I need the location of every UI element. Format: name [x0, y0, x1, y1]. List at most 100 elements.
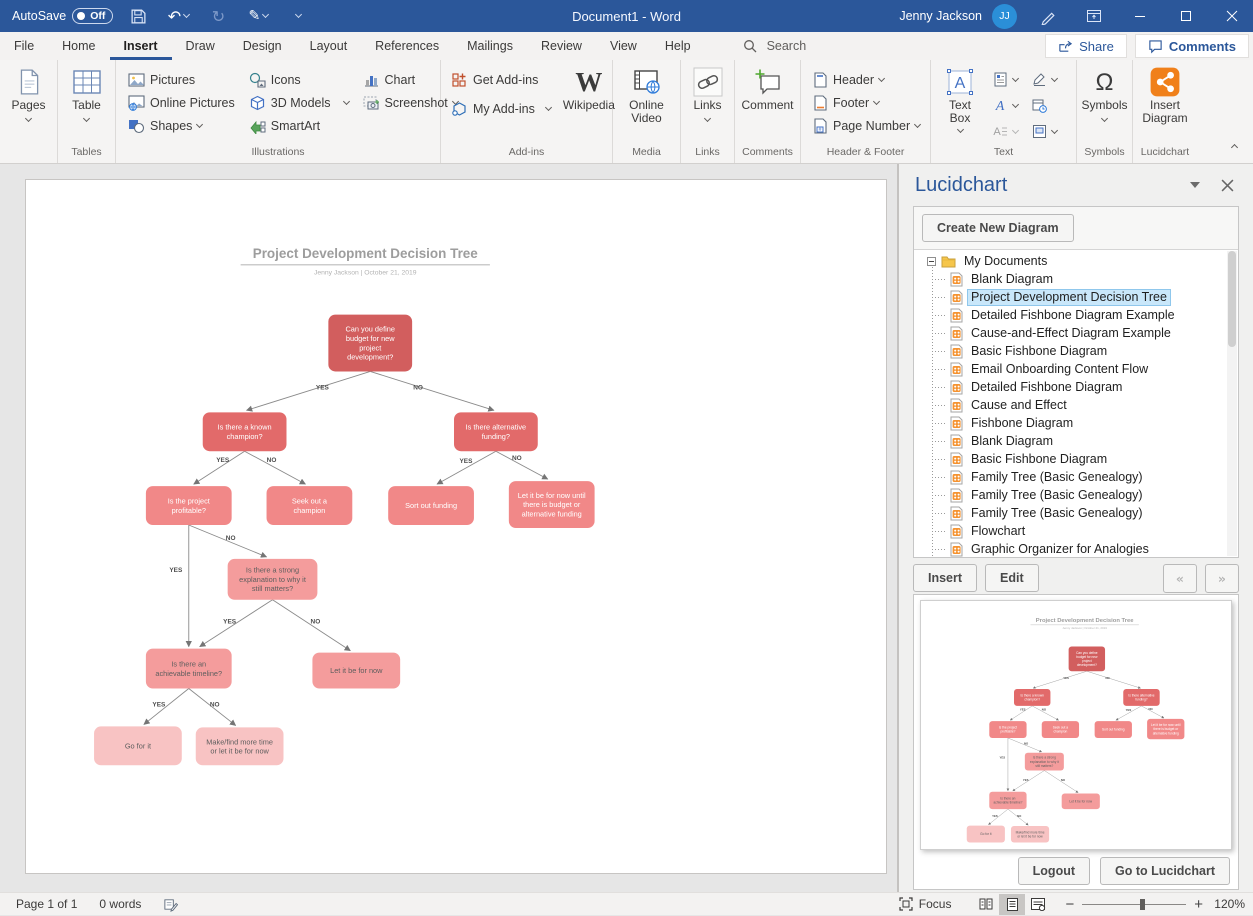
logout-button[interactable]: Logout — [1017, 857, 1090, 885]
edge-label: YES — [999, 755, 1005, 759]
ink-editor-button[interactable] — [1027, 0, 1069, 32]
tab-file[interactable]: File — [0, 32, 48, 60]
tree-node: Is the projectprofitable? — [145, 486, 232, 526]
go-to-lucidchart-button[interactable]: Go to Lucidchart — [1100, 857, 1230, 885]
drop-cap-button[interactable]: A — [989, 120, 1022, 143]
tab-draw[interactable]: Draw — [172, 32, 229, 60]
lucidchart-document-icon — [950, 488, 963, 502]
edit-button[interactable]: Edit — [985, 564, 1039, 592]
tab-mailings[interactable]: Mailings — [453, 32, 527, 60]
pages-button[interactable]: Pages — [2, 60, 56, 146]
document-list-item[interactable]: Basic Fishbone Diagram — [914, 342, 1226, 360]
tree-expander-icon[interactable] — [927, 256, 936, 266]
quick-parts-button[interactable] — [989, 68, 1022, 91]
close-button[interactable] — [1211, 0, 1253, 32]
symbols-button[interactable]: Ω Symbols — [1078, 60, 1132, 146]
svg-text:or let it be for now: or let it be for now — [210, 747, 269, 756]
footer-button[interactable]: Footer — [809, 91, 924, 114]
text-box-button[interactable]: A Text Box — [937, 60, 983, 146]
focus-button[interactable]: Focus — [899, 897, 951, 911]
tree-scrollbar-thumb[interactable] — [1228, 251, 1236, 347]
edge-label: NO — [226, 535, 236, 542]
my-addins-button[interactable]: My Add-ins — [447, 97, 555, 120]
zoom-slider[interactable] — [1082, 898, 1187, 910]
links-button[interactable]: Links — [681, 60, 734, 146]
zoom-level[interactable]: 120% — [1203, 897, 1245, 911]
tab-insert[interactable]: Insert — [110, 32, 172, 60]
maximize-button[interactable] — [1165, 0, 1207, 32]
close-icon — [1221, 179, 1233, 191]
document-list-item[interactable]: Blank Diagram — [914, 270, 1226, 288]
online-pictures-button[interactable]: Online Pictures — [124, 91, 239, 114]
panel-menu-button[interactable] — [1181, 182, 1209, 188]
document-canvas[interactable]: Project Development Decision Tree Jenny J… — [0, 164, 899, 892]
document-list-item[interactable]: Family Tree (Basic Genealogy) — [914, 504, 1226, 522]
signature-line-button[interactable] — [1028, 68, 1061, 91]
panel-close-button[interactable] — [1213, 179, 1241, 192]
object-button[interactable] — [1028, 120, 1061, 143]
collapse-ribbon-button[interactable] — [1230, 137, 1239, 155]
previous-page-button[interactable]: « — [1162, 563, 1197, 593]
smartart-button[interactable]: SmartArt — [245, 114, 353, 137]
document-list-item[interactable]: Email Onboarding Content Flow — [914, 360, 1226, 378]
svg-text:still matters?: still matters? — [1035, 764, 1053, 768]
document-list-item[interactable]: Project Development Decision Tree — [914, 288, 1226, 306]
shapes-button[interactable]: Shapes — [124, 114, 239, 137]
ribbon-display-options-button[interactable] — [1073, 0, 1115, 32]
pictures-button[interactable]: Pictures — [124, 68, 239, 91]
tab-view[interactable]: View — [596, 32, 651, 60]
share-button[interactable]: Share — [1045, 34, 1127, 58]
search-box[interactable]: Search — [743, 32, 806, 60]
document-list-item[interactable]: Family Tree (Basic Genealogy) — [914, 486, 1226, 504]
tab-design[interactable]: Design — [229, 32, 296, 60]
tab-help[interactable]: Help — [651, 32, 705, 60]
new-comment-button[interactable]: Comment — [737, 60, 799, 146]
page-number-button[interactable]: # Page Number — [809, 114, 924, 137]
online-video-button[interactable]: Online Video — [617, 60, 677, 146]
word-count[interactable]: 0 words — [99, 897, 141, 911]
header-button[interactable]: Header — [809, 68, 924, 91]
page-indicator[interactable]: Page 1 of 1 — [16, 897, 77, 911]
document-list-item[interactable]: Detailed Fishbone Diagram Example — [914, 306, 1226, 324]
read-mode-button[interactable] — [973, 894, 999, 915]
avatar[interactable]: JJ — [992, 3, 1017, 29]
document-list-item[interactable]: Cause and Effect — [914, 396, 1226, 414]
tab-references[interactable]: References — [361, 32, 453, 60]
table-button[interactable]: Table — [60, 60, 114, 146]
edge-label: YES — [1023, 778, 1029, 782]
svg-text:Is the project: Is the project — [999, 726, 1017, 730]
tab-review[interactable]: Review — [527, 32, 596, 60]
get-addins-button[interactable]: Get Add-ins — [447, 68, 555, 91]
next-page-button[interactable]: » — [1204, 563, 1239, 593]
wordart-button[interactable]: A — [989, 94, 1022, 117]
document-list-item[interactable]: Family Tree (Basic Genealogy) — [914, 468, 1226, 486]
insert-button[interactable]: Insert — [913, 564, 978, 592]
date-time-button[interactable] — [1028, 94, 1061, 117]
diagram-preview[interactable]: Project Development Decision Tree Jenny J… — [920, 600, 1232, 850]
document-list-item[interactable]: Detailed Fishbone Diagram — [914, 378, 1226, 396]
document-list-item[interactable]: Cause-and-Effect Diagram Example — [914, 324, 1226, 342]
minimize-button[interactable] — [1119, 0, 1161, 32]
document-list-item[interactable]: Fishbone Diagram — [914, 414, 1226, 432]
create-new-diagram-button[interactable]: Create New Diagram — [922, 214, 1074, 242]
tab-home[interactable]: Home — [48, 32, 109, 60]
zoom-out-button[interactable]: − — [1065, 896, 1074, 913]
document-list-item[interactable]: Blank Diagram — [914, 432, 1226, 450]
zoom-slider-handle[interactable] — [1140, 898, 1146, 910]
document-page[interactable]: Project Development Decision Tree Jenny J… — [25, 179, 887, 874]
web-layout-button[interactable] — [1025, 894, 1051, 915]
tree-scrollbar[interactable] — [1227, 251, 1237, 556]
comments-button[interactable]: Comments — [1134, 34, 1249, 58]
proofing-button[interactable] — [163, 897, 179, 912]
icons-button[interactable]: Icons — [245, 68, 353, 91]
3d-models-button[interactable]: 3D Models — [245, 91, 353, 114]
wikipedia-button[interactable]: W Wikipedia — [563, 60, 615, 146]
document-list-item[interactable]: Graphic Organizer for Analogies — [914, 540, 1226, 557]
insert-diagram-button[interactable]: Insert Diagram — [1135, 60, 1195, 146]
print-layout-button[interactable] — [999, 893, 1026, 915]
tab-layout[interactable]: Layout — [296, 32, 362, 60]
document-list-item[interactable]: Basic Fishbone Diagram — [914, 450, 1226, 468]
document-list-item[interactable]: Flowchart — [914, 522, 1226, 540]
zoom-in-button[interactable]: + — [1194, 896, 1203, 913]
tree-root-my-documents[interactable]: My Documents — [914, 252, 1226, 270]
